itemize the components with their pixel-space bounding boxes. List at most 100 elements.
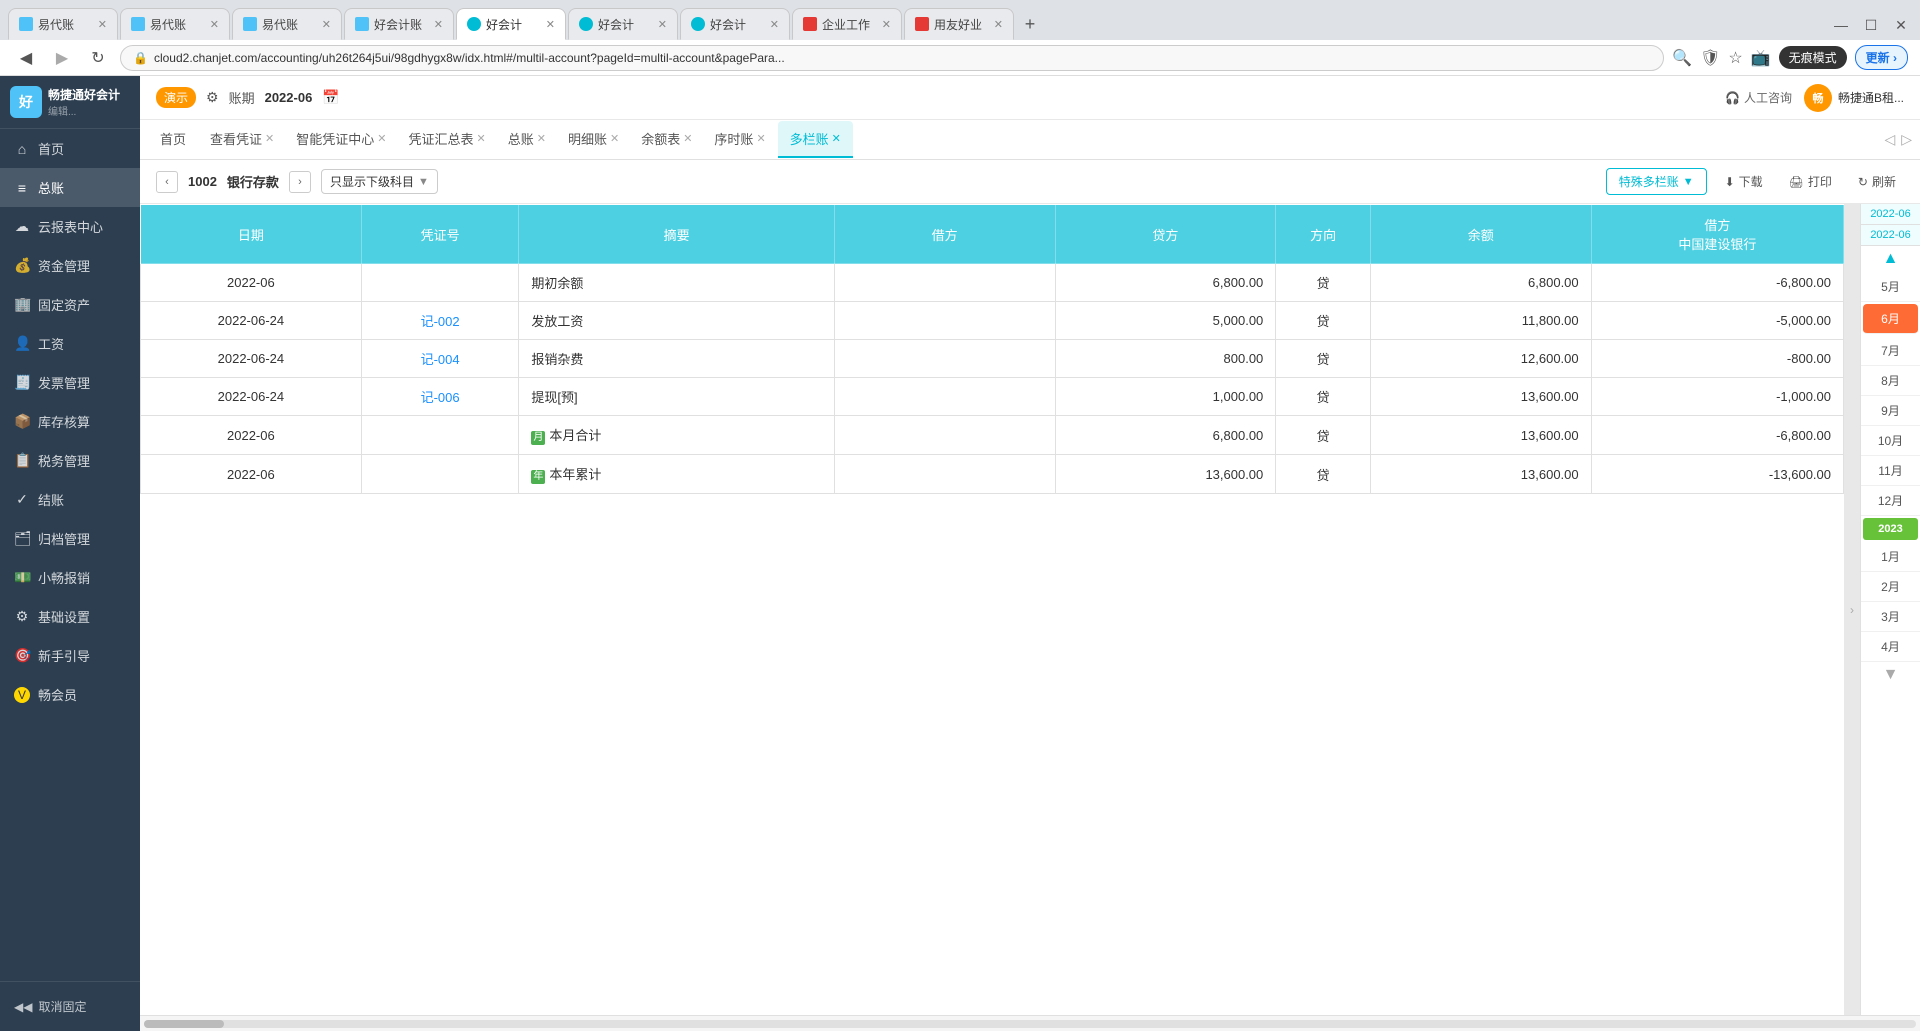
tab-balance-close[interactable]: ✕: [683, 132, 692, 145]
sidebar-item-member[interactable]: V 畅会员: [0, 675, 140, 714]
tab-2[interactable]: 易代账 ✕: [120, 8, 230, 40]
month-item-8[interactable]: 8月: [1861, 366, 1920, 396]
tab-voucher-summary[interactable]: 凭证汇总表 ✕: [398, 121, 495, 158]
cell-voucher-2[interactable]: 记-002: [361, 302, 519, 340]
account-settings-button[interactable]: ⚙: [206, 89, 219, 106]
tab-7[interactable]: 好会计 ✕: [680, 8, 790, 40]
tab-5-active[interactable]: 好会计 ✕: [456, 8, 566, 40]
calendar-icon[interactable]: 📅: [322, 89, 339, 106]
month-item-4-2023[interactable]: 4月: [1861, 632, 1920, 662]
tab-1[interactable]: 易代账 ✕: [8, 8, 118, 40]
maximize-button[interactable]: ☐: [1860, 14, 1882, 36]
update-button[interactable]: 更新 ›: [1855, 45, 1908, 70]
tab-close-2[interactable]: ✕: [210, 18, 219, 31]
month-item-6-active[interactable]: 6月: [1863, 304, 1918, 334]
tab-multi-column[interactable]: 多栏账 ✕: [778, 121, 853, 158]
month-item-9[interactable]: 9月: [1861, 396, 1920, 426]
month-item-1-2023[interactable]: 1月: [1861, 542, 1920, 572]
tab-4[interactable]: 好会计账 ✕: [344, 8, 454, 40]
sidebar-item-reports[interactable]: ☁ 云报表中心: [0, 207, 140, 246]
month-item-11[interactable]: 11月: [1861, 456, 1920, 486]
user-info[interactable]: 畅 畅捷通B租...: [1804, 84, 1904, 112]
tab-close-4[interactable]: ✕: [434, 18, 443, 31]
sidebar-item-expense[interactable]: 💵 小畅报销: [0, 558, 140, 597]
month-item-3-2023[interactable]: 3月: [1861, 602, 1920, 632]
refresh-button[interactable]: ↻ 刷新: [1850, 169, 1904, 194]
month-item-10[interactable]: 10月: [1861, 426, 1920, 456]
panel-collapse-toggle[interactable]: ›: [1844, 204, 1860, 1015]
filter-select[interactable]: 只显示下级科目 ▼: [321, 169, 438, 194]
sidebar-item-home[interactable]: ⌂ 首页: [0, 129, 140, 168]
scrollbar-thumb[interactable]: [144, 1020, 224, 1028]
sidebar-item-invoice[interactable]: 🧾 发票管理: [0, 363, 140, 402]
bottom-scrollbar[interactable]: [140, 1015, 1920, 1031]
tab-view-voucher[interactable]: 查看凭证 ✕: [200, 121, 284, 158]
tab-smart-close[interactable]: ✕: [377, 132, 386, 145]
tab-detail-ledger[interactable]: 明细账 ✕: [558, 121, 629, 158]
collapse-icon[interactable]: ◁: [1884, 131, 1895, 148]
screen-cast-icon[interactable]: 📺: [1751, 48, 1771, 68]
tab-close-8[interactable]: ✕: [882, 18, 891, 31]
tab-balance[interactable]: 余额表 ✕: [631, 121, 702, 158]
voucher-link-4[interactable]: 记-006: [421, 390, 460, 405]
tab-journal[interactable]: 序时账 ✕: [704, 121, 775, 158]
incognito-button[interactable]: 无痕模式: [1779, 46, 1847, 69]
tab-6[interactable]: 好会计 ✕: [568, 8, 678, 40]
tab-close-3[interactable]: ✕: [322, 18, 331, 31]
tab-voucher-summary-close[interactable]: ✕: [477, 132, 486, 145]
scrollbar-track[interactable]: [144, 1020, 1916, 1028]
close-window-button[interactable]: ✕: [1890, 14, 1912, 36]
tab-8[interactable]: 企业工作 ✕: [792, 8, 902, 40]
scroll-up-arrow[interactable]: ▲: [1861, 246, 1920, 272]
url-bar[interactable]: 🔒 cloud2.chanjet.com/accounting/uh26t264…: [120, 45, 1664, 71]
back-button[interactable]: ◀: [12, 44, 40, 72]
reload-button[interactable]: ↻: [84, 44, 112, 72]
table-scroll-area[interactable]: 日期 凭证号 摘要 借方 贷方 方向 余额 借方中国建设银行: [140, 204, 1844, 1015]
prev-account-button[interactable]: ‹: [156, 171, 178, 193]
new-tab-button[interactable]: +: [1016, 10, 1044, 38]
expand-icon[interactable]: ▷: [1901, 131, 1912, 148]
sidebar-item-close[interactable]: ✓ 结账: [0, 480, 140, 519]
tab-close-5[interactable]: ✕: [546, 18, 555, 31]
sidebar-item-ledger[interactable]: ≡ 总账: [0, 168, 140, 207]
download-button[interactable]: ⬇ 下载: [1717, 169, 1771, 194]
tab-9[interactable]: 用友好业 ✕: [904, 8, 1014, 40]
tab-home[interactable]: 首页: [148, 121, 198, 158]
sidebar-item-settings[interactable]: ⚙ 基础设置: [0, 597, 140, 636]
sidebar-item-tax[interactable]: 📋 税务管理: [0, 441, 140, 480]
month-item-12[interactable]: 12月: [1861, 486, 1920, 516]
star-icon[interactable]: ☆: [1728, 48, 1742, 68]
next-account-button[interactable]: ›: [289, 171, 311, 193]
special-ledger-button[interactable]: 特殊多栏账 ▼: [1606, 168, 1707, 195]
tab-smart-voucher[interactable]: 智能凭证中心 ✕: [286, 121, 396, 158]
tab-general-close[interactable]: ✕: [537, 132, 546, 145]
sidebar-item-assets[interactable]: 🏢 固定资产: [0, 285, 140, 324]
tab-general-ledger[interactable]: 总账 ✕: [498, 121, 556, 158]
month-item-2-2023[interactable]: 2月: [1861, 572, 1920, 602]
search-icon[interactable]: 🔍: [1672, 48, 1692, 68]
cell-voucher-4[interactable]: 记-006: [361, 378, 519, 416]
voucher-link-2[interactable]: 记-002: [421, 314, 460, 329]
unpin-button[interactable]: ◀◀ 取消固定: [0, 990, 140, 1023]
sidebar-item-guide[interactable]: 🎯 新手引导: [0, 636, 140, 675]
sidebar-item-salary[interactable]: 👤 工资: [0, 324, 140, 363]
tab-journal-close[interactable]: ✕: [756, 132, 765, 145]
month-item-7[interactable]: 7月: [1861, 336, 1920, 366]
tab-3[interactable]: 易代账 ✕: [232, 8, 342, 40]
sidebar-item-funds[interactable]: 💰 资金管理: [0, 246, 140, 285]
print-button[interactable]: 🖨 打印: [1781, 169, 1840, 194]
sidebar-item-archive[interactable]: 🗂 归档管理: [0, 519, 140, 558]
scroll-down-arrow[interactable]: ▼: [1861, 662, 1920, 688]
tab-multi-close[interactable]: ✕: [832, 132, 841, 145]
minimize-button[interactable]: —: [1830, 14, 1852, 36]
forward-button[interactable]: ▶: [48, 44, 76, 72]
tab-view-voucher-close[interactable]: ✕: [265, 132, 274, 145]
consult-button[interactable]: 🎧 人工咨询: [1725, 89, 1792, 106]
tab-close-7[interactable]: ✕: [770, 18, 779, 31]
tab-detail-close[interactable]: ✕: [610, 132, 619, 145]
tab-close-6[interactable]: ✕: [658, 18, 667, 31]
shield-icon[interactable]: 🛡: [1700, 48, 1720, 68]
voucher-link-3[interactable]: 记-004: [421, 352, 460, 367]
tab-close-1[interactable]: ✕: [98, 18, 107, 31]
tab-close-9[interactable]: ✕: [994, 18, 1003, 31]
